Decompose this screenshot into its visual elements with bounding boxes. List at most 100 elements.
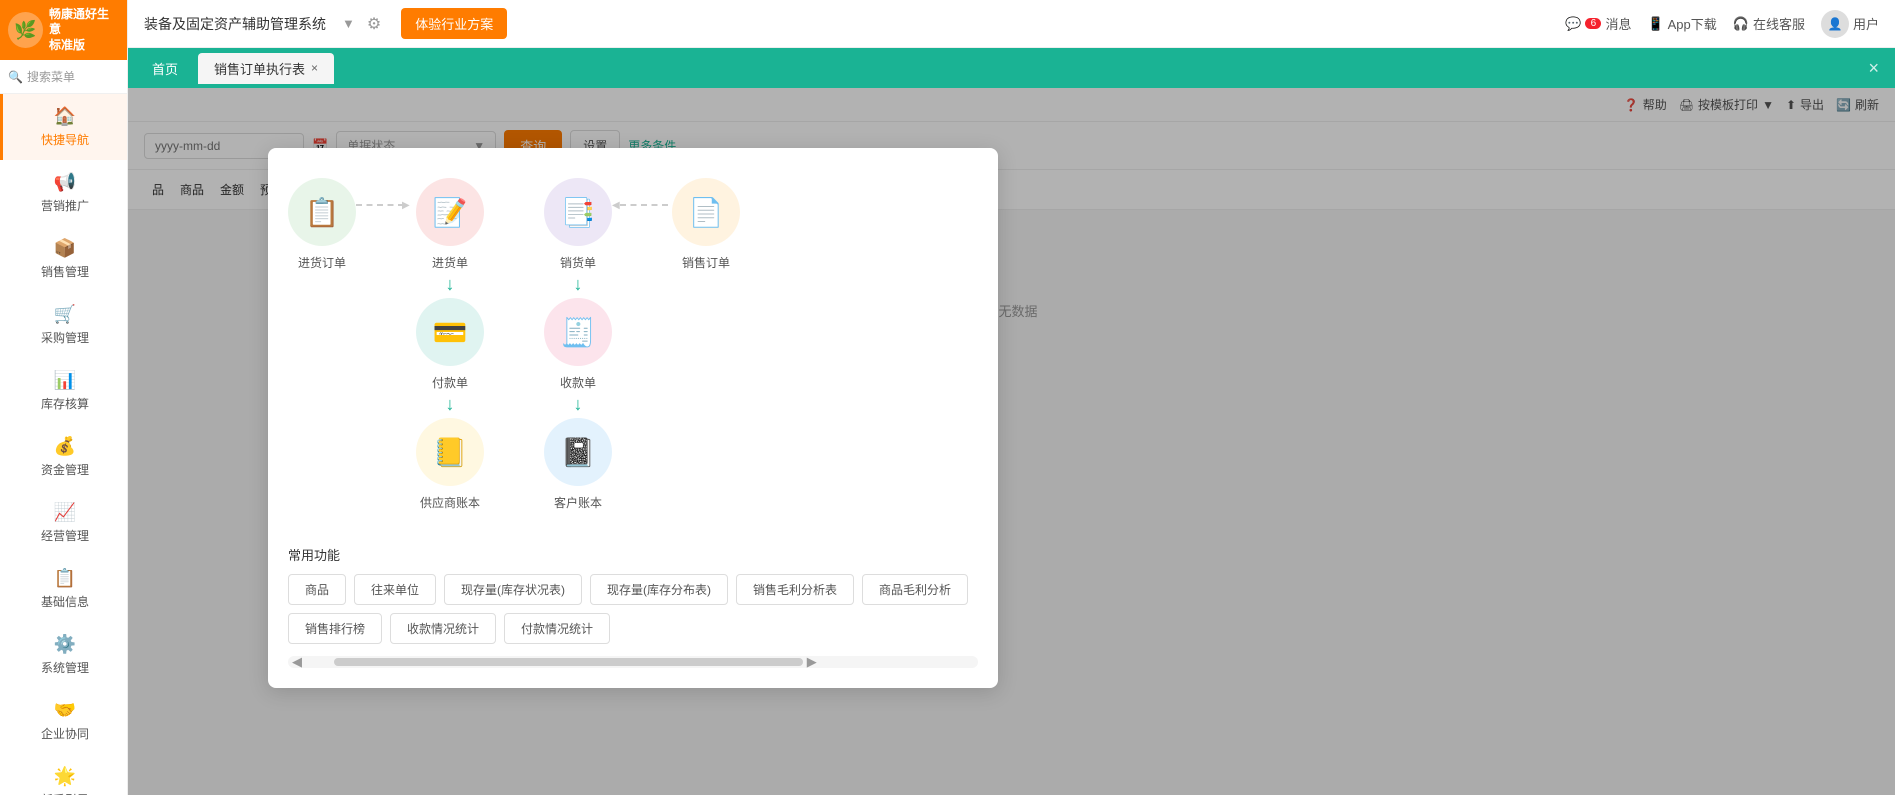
dropdown-arrow-icon[interactable]: ▼ (342, 16, 355, 31)
scroll-right-icon[interactable]: ▶ (803, 654, 821, 670)
label-payment: 付款单 (432, 374, 468, 391)
sidebar-item-inventory[interactable]: 📊 库存核算 (0, 358, 127, 424)
flow-item-receipt[interactable]: 🧾 收款单 (544, 298, 612, 391)
label-customer-ledger: 客户账本 (554, 494, 602, 511)
nav-label-newbie: 新手引导 (41, 791, 89, 795)
nav-label-basic-info: 基础信息 (41, 593, 89, 610)
flow-item-purchase[interactable]: 📝 进货单 (416, 178, 484, 271)
purchase-order-icon: 📋 (305, 196, 340, 229)
sidebar-item-sales[interactable]: 📦 销售管理 (0, 226, 127, 292)
inventory-icon: 📊 (54, 370, 76, 391)
flow-item-supplier-ledger[interactable]: 📒 供应商账本 (416, 418, 484, 511)
flow-item-customer-ledger[interactable]: 📓 客户账本 (544, 418, 612, 511)
sidebar-item-marketing[interactable]: 📢 营销推广 (0, 160, 127, 226)
tab-sales-order[interactable]: 销售订单执行表 × (198, 53, 334, 84)
online-service-label: 在线客服 (1753, 14, 1805, 33)
func-btn-sales-ranking[interactable]: 销售排行榜 (288, 613, 382, 644)
flow-col-sales: 📑 销货单 ↓ 🧾 收款单 ↓ (544, 178, 612, 511)
sidebar-item-newbie[interactable]: 🌟 新手引导 (0, 754, 127, 795)
flow-item-payment[interactable]: 💳 付款单 (416, 298, 484, 391)
tab-home[interactable]: 首页 (136, 53, 194, 84)
nav-label-purchase: 采购管理 (41, 329, 89, 346)
purchase-icon: 🛒 (54, 304, 76, 325)
circle-purchase-order[interactable]: 📋 (288, 178, 356, 246)
basic-info-icon: 📋 (54, 568, 76, 589)
sidebar-item-finance[interactable]: 💰 资金管理 (0, 424, 127, 490)
sidebar-logo: 🌿 畅康通好生意 标准版 (0, 0, 127, 60)
scroll-thumb[interactable] (334, 658, 803, 666)
user-label: 用户 (1853, 14, 1879, 33)
func-btn-product-margin[interactable]: 商品毛利分析 (862, 574, 968, 605)
nav-label-finance: 资金管理 (41, 461, 89, 478)
scroll-left-icon[interactable]: ◀ (288, 654, 306, 670)
sidebar-item-operations[interactable]: 📈 经营管理 (0, 490, 127, 556)
func-btn-payment-stats[interactable]: 付款情况统计 (504, 613, 610, 644)
sidebar-item-basic-info[interactable]: 📋 基础信息 (0, 556, 127, 622)
user-item[interactable]: 👤 用户 (1821, 10, 1879, 38)
func-btn-product[interactable]: 商品 (288, 574, 346, 605)
marketing-icon: 📢 (54, 172, 76, 193)
func-btn-receipt-stats[interactable]: 收款情况统计 (390, 613, 496, 644)
popup-scrollbar[interactable]: ◀ ▶ (288, 656, 978, 668)
sidebar-item-system[interactable]: ⚙️ 系统管理 (0, 622, 127, 688)
common-functions: 常用功能 商品 往来单位 现存量(库存状况表) 现存量(库存分布表) 销售毛利分… (288, 545, 978, 644)
tab-bar: 首页 销售订单执行表 × × (128, 48, 1895, 88)
enterprise-icon: 🤝 (54, 700, 76, 721)
down-arrow-2: ↓ (446, 391, 455, 418)
circle-customer-ledger[interactable]: 📓 (544, 418, 612, 486)
func-buttons-row2: 销售排行榜 收款情况统计 付款情况统计 (288, 613, 978, 644)
nav-label-inventory: 库存核算 (41, 395, 89, 412)
supplier-ledger-icon: 📒 (433, 436, 468, 469)
flow-item-purchase-order[interactable]: 📋 进货订单 (288, 178, 356, 271)
service-icon: 🎧 (1733, 16, 1749, 32)
down-arrow-4: ↓ (574, 391, 583, 418)
func-btn-stock-status[interactable]: 现存量(库存状况表) (444, 574, 582, 605)
topbar-right: 💬 6 消息 📱 App下载 🎧 在线客服 👤 用户 (1565, 10, 1879, 38)
circle-supplier-ledger[interactable]: 📒 (416, 418, 484, 486)
window-close-icon[interactable]: × (1860, 58, 1887, 78)
sales-icon: 📦 (54, 238, 76, 259)
search-bar[interactable]: 🔍 搜索菜单 (0, 60, 127, 94)
popup-overlay[interactable]: 📋 进货订单 📝 (128, 88, 1895, 795)
func-btn-sales-margin[interactable]: 销售毛利分析表 (736, 574, 854, 605)
arrow-purchase-order-to-purchase (356, 200, 416, 211)
common-functions-title: 常用功能 (288, 545, 978, 564)
customer-ledger-icon: 📓 (561, 436, 596, 469)
circle-receipt[interactable]: 🧾 (544, 298, 612, 366)
topbar: 装备及固定资产辅助管理系统 ▼ ⚙ 体验行业方案 💬 6 消息 📱 App下载 … (128, 0, 1895, 48)
search-label: 搜索菜单 (27, 68, 75, 85)
func-btn-partners[interactable]: 往来单位 (354, 574, 436, 605)
down-arrow-3: ↓ (574, 271, 583, 298)
message-item[interactable]: 💬 6 消息 (1565, 14, 1631, 33)
message-icon: 💬 (1565, 16, 1581, 32)
avatar: 👤 (1821, 10, 1849, 38)
label-sales-order: 销售订单 (682, 254, 730, 271)
nav-label-enterprise: 企业协同 (41, 725, 89, 742)
app-container: 🌿 畅康通好生意 标准版 🔍 搜索菜单 🏠 快捷导航 📢 营销推广 📦 销售管理 (0, 0, 1895, 795)
app-download-item[interactable]: 📱 App下载 (1647, 14, 1716, 33)
sidebar-item-enterprise[interactable]: 🤝 企业协同 (0, 688, 127, 754)
experience-button[interactable]: 体验行业方案 (401, 8, 507, 39)
message-label: 消息 (1605, 14, 1631, 33)
circle-sales[interactable]: 📑 (544, 178, 612, 246)
flow-item-sales-order[interactable]: 📄 销售订单 (672, 178, 740, 271)
func-btn-stock-dist[interactable]: 现存量(库存分布表) (590, 574, 728, 605)
sidebar-item-quick-nav[interactable]: 🏠 快捷导航 (0, 94, 127, 160)
flow-item-sales[interactable]: 📑 销货单 (544, 178, 612, 271)
gear-icon[interactable]: ⚙ (367, 14, 381, 34)
sidebar: 🌿 畅康通好生意 标准版 🔍 搜索菜单 🏠 快捷导航 📢 营销推广 📦 销售管理 (0, 0, 128, 795)
online-service-item[interactable]: 🎧 在线客服 (1733, 14, 1805, 33)
circle-purchase[interactable]: 📝 (416, 178, 484, 246)
circle-payment[interactable]: 💳 (416, 298, 484, 366)
operations-icon: 📈 (54, 502, 76, 523)
payment-icon: 💳 (433, 316, 468, 349)
nav-label-operations: 经营管理 (41, 527, 89, 544)
content-area: ❓ 帮助 🖨 按模板打印 ▼ ⬆ 导出 🔄 刷新 (128, 88, 1895, 795)
tab-close-icon[interactable]: × (311, 61, 318, 75)
func-buttons-row1: 商品 往来单位 现存量(库存状况表) 现存量(库存分布表) 销售毛利分析表 商品… (288, 574, 978, 605)
circle-sales-order[interactable]: 📄 (672, 178, 740, 246)
label-supplier-ledger: 供应商账本 (420, 494, 480, 511)
logo-text: 畅康通好生意 标准版 (49, 7, 119, 54)
tab-bar-end: × (1860, 58, 1887, 79)
sidebar-item-purchase[interactable]: 🛒 采购管理 (0, 292, 127, 358)
